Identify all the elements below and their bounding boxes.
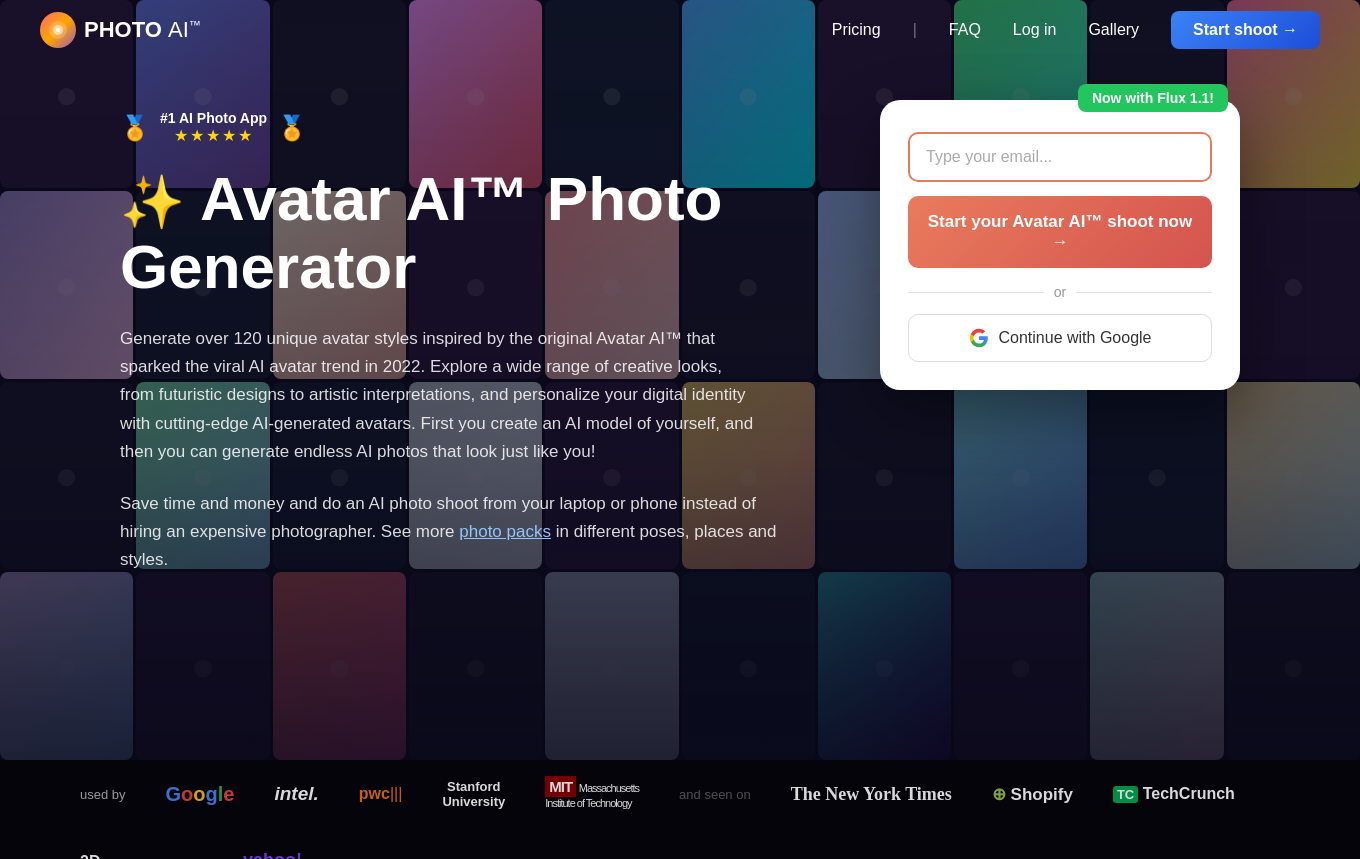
hero-left: 🏅 #1 AI Photo App ★★★★★ 🏅 ✨ Avatar AI™ P… — [120, 90, 800, 574]
nav-links: Pricing | FAQ Log in Gallery Start shoot… — [832, 11, 1320, 49]
logo-icon — [40, 12, 76, 48]
brand-separator: and seen on — [679, 787, 751, 802]
laurel-left-icon: 🏅 — [120, 114, 150, 142]
mit-brand: MIT MassachusettsInstitute of Technology — [545, 778, 639, 810]
intel-brand: intel. — [274, 783, 318, 805]
award-content: #1 AI Photo App ★★★★★ — [160, 110, 267, 145]
shopify-brand: ⊕ Shopify — [992, 784, 1073, 805]
logo[interactable]: PHOTO AI™ — [40, 12, 201, 48]
google-signin-button[interactable]: Continue with Google — [908, 314, 1212, 362]
nav-gallery[interactable]: Gallery — [1088, 21, 1139, 38]
logo-text: PHOTO AI™ — [84, 17, 201, 43]
email-input[interactable] — [908, 132, 1212, 182]
start-shoot-button[interactable]: Start shoot → — [1171, 11, 1320, 49]
google-brand: Google — [166, 783, 235, 806]
pwc-brand: pwc||| — [359, 785, 403, 803]
hero-description2: Save time and money and do an AI photo s… — [120, 490, 800, 574]
or-divider: or — [908, 284, 1212, 300]
google-logo-icon — [969, 328, 989, 348]
google-button-label: Continue with Google — [999, 329, 1152, 347]
brands-bar: used by Google intel. pwc||| StanfordUni… — [0, 760, 1360, 859]
techcrunch-brand: TC TechCrunch — [1113, 785, 1235, 803]
yahoo-brand: yahoo!news — [243, 850, 302, 859]
nav-divider-1: | — [913, 21, 917, 39]
hero-section: 🏅 #1 AI Photo App ★★★★★ 🏅 ✨ Avatar AI™ P… — [0, 60, 1360, 760]
photo-packs-link[interactable]: photo packs — [459, 522, 551, 541]
used-by-label: used by — [80, 787, 126, 802]
flux-badge: Now with Flux 1.1! — [1078, 84, 1228, 112]
zdnet-brand: 2DNET — [80, 853, 112, 859]
cta-button[interactable]: Start your Avatar AI™ shoot now → — [908, 196, 1212, 268]
nav-pricing[interactable]: Pricing — [832, 21, 881, 38]
award-stars: ★★★★★ — [160, 126, 267, 145]
sparkles-icon: ✨ — [120, 173, 185, 231]
nav-login[interactable]: Log in — [1013, 21, 1057, 38]
nyt-brand: The New York Times — [791, 784, 952, 805]
nav-faq[interactable]: FAQ — [949, 21, 981, 38]
award-badge: 🏅 #1 AI Photo App ★★★★★ 🏅 — [120, 110, 307, 145]
stanford-brand: StanfordUniversity — [442, 779, 505, 809]
svg-point-2 — [56, 28, 60, 32]
laurel-right-icon: 🏅 — [277, 114, 307, 142]
award-title: #1 AI Photo App — [160, 110, 267, 126]
signup-card: Now with Flux 1.1! Start your Avatar AI™… — [880, 100, 1240, 390]
hero-description: Generate over 120 unique avatar styles i… — [120, 325, 760, 465]
hero-title: ✨ Avatar AI™ Photo Generator — [120, 165, 800, 301]
navigation: PHOTO AI™ Pricing | FAQ Log in Gallery S… — [0, 0, 1360, 60]
